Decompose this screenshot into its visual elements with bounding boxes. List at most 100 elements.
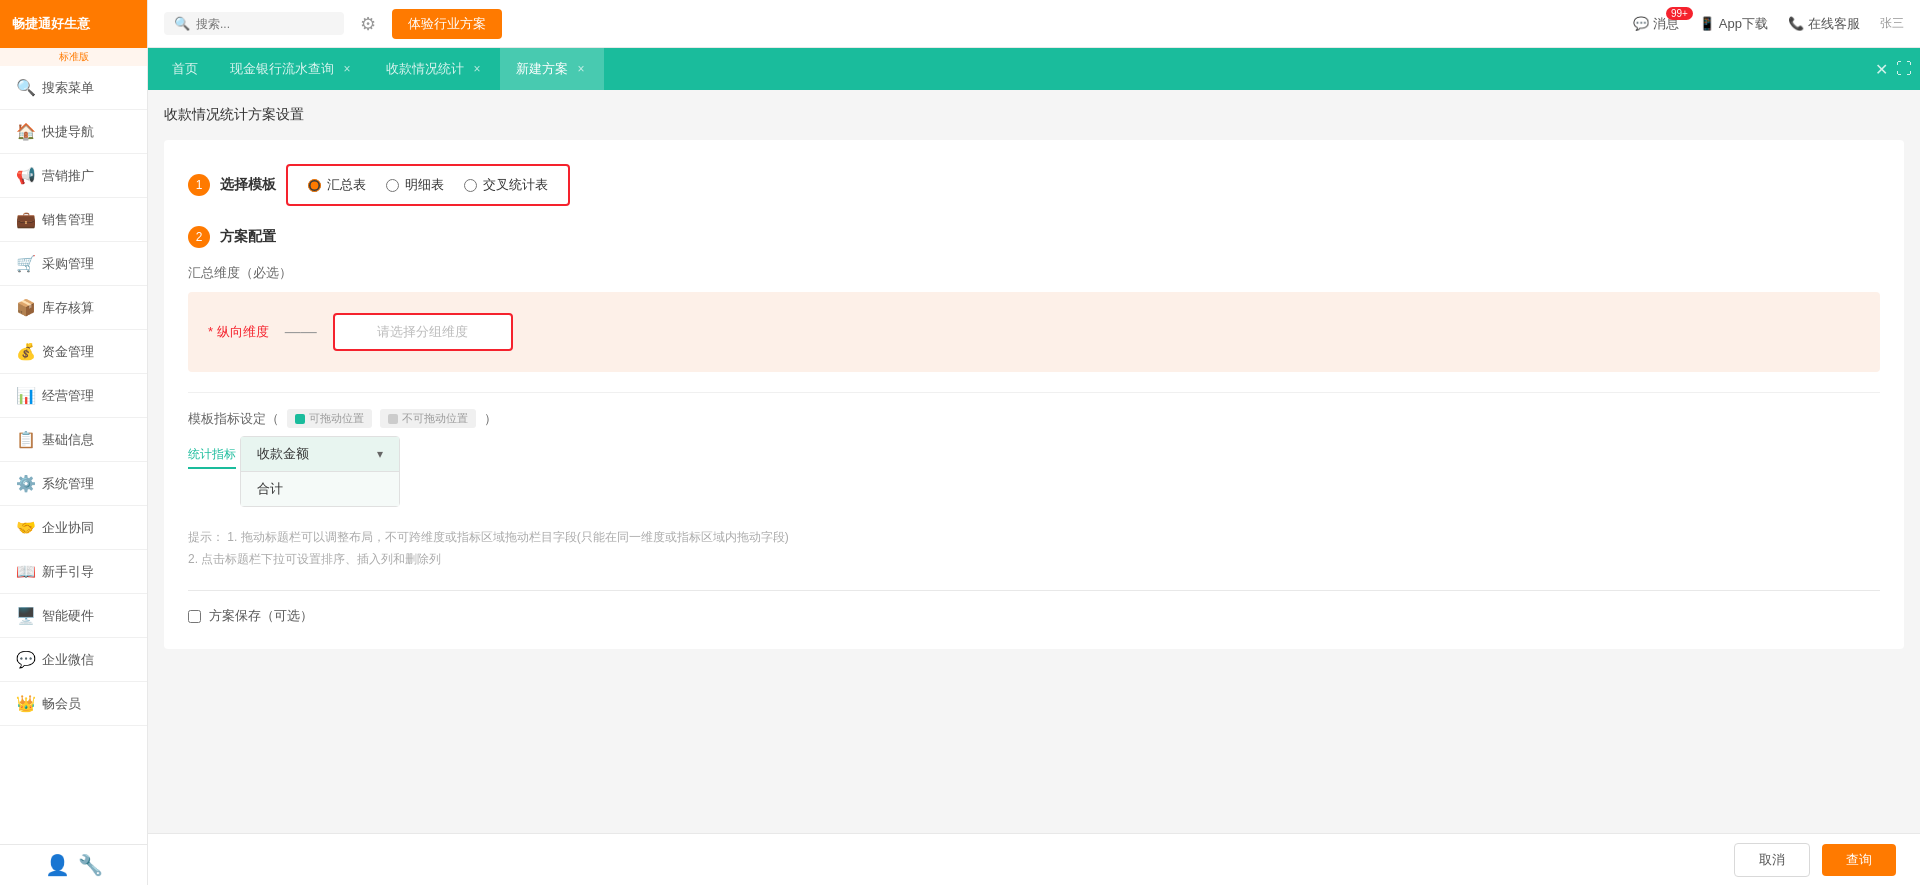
member-icon: 👑	[16, 694, 34, 713]
gear-icon[interactable]: ⚙	[360, 13, 376, 35]
tab-cashbank[interactable]: 现金银行流水查询 ×	[214, 48, 370, 90]
non-draggable-label: 不可拖动位置	[402, 411, 468, 426]
sidebar-item-purchase[interactable]: 🛒 采购管理	[0, 242, 147, 286]
service-item[interactable]: 📞 在线客服	[1788, 15, 1860, 33]
search-icon: 🔍	[16, 78, 34, 97]
metrics-table-row: 合计	[241, 472, 399, 506]
dimension-section: 汇总维度（必选） * 纵向维度 —— 请选择分组维度	[188, 264, 1880, 372]
sidebar-item-label: 营销推广	[42, 167, 94, 185]
radio-summary[interactable]: 汇总表	[308, 176, 366, 194]
metrics-setting-label: 模板指标设定（	[188, 410, 279, 428]
tab-label: 首页	[172, 60, 198, 78]
sidebar-item-search[interactable]: 🔍 搜索菜单	[0, 66, 147, 110]
sidebar-item-label: 畅会员	[42, 695, 81, 713]
radio-detail[interactable]: 明细表	[386, 176, 444, 194]
template-radio-group: 汇总表 明细表 交叉统计表	[308, 176, 548, 194]
metrics-section: 模板指标设定（ 可拖动位置 不可拖动位置 ）	[188, 392, 1880, 570]
sidebar-bottom-icon2[interactable]: 🔧	[78, 853, 103, 877]
non-draggable-tag: 不可拖动位置	[380, 409, 476, 428]
search-input[interactable]	[196, 17, 316, 31]
message-item[interactable]: 💬 消息 99+	[1633, 15, 1679, 33]
radio-summary-label: 汇总表	[327, 176, 366, 194]
non-draggable-indicator	[388, 414, 398, 424]
tabbar-right: ✕ ⛶	[1875, 60, 1912, 79]
download-item[interactable]: 📱 App下载	[1699, 15, 1768, 33]
close-window-icon[interactable]: ✕	[1875, 60, 1888, 79]
metrics-table-header-label: 收款金额	[257, 445, 309, 463]
step1-title: 选择模板	[220, 176, 276, 194]
radio-cross-input[interactable]	[464, 179, 477, 192]
download-icon: 📱	[1699, 16, 1715, 31]
step2-header: 2 方案配置	[188, 226, 1880, 248]
metrics-suffix: ）	[484, 410, 497, 428]
sidebar-item-finance[interactable]: 💰 资金管理	[0, 330, 147, 374]
step2-title: 方案配置	[220, 228, 276, 246]
sidebar-item-inventory[interactable]: 📦 库存核算	[0, 286, 147, 330]
search-icon: 🔍	[174, 16, 190, 31]
tab-receipt[interactable]: 收款情况统计 ×	[370, 48, 500, 90]
sidebar-item-marketing[interactable]: 📢 营销推广	[0, 154, 147, 198]
content-area: 收款情况统计方案设置 1 选择模板 汇总表	[148, 90, 1920, 833]
hardware-icon: 🖥️	[16, 606, 34, 625]
sidebar: 畅捷通好生意 标准版 🔍 搜索菜单 🏠 快捷导航 📢 营销推广 💼 销售管理 🛒…	[0, 0, 148, 885]
dim-row-vertical: * 纵向维度 —— 请选择分组维度	[208, 313, 513, 351]
edition-badge: 标准版	[0, 48, 147, 66]
sidebar-item-guide[interactable]: 📖 新手引导	[0, 550, 147, 594]
bottombar: 取消 查询	[148, 833, 1920, 885]
sidebar-item-basic-info[interactable]: 📋 基础信息	[0, 418, 147, 462]
radio-cross-label: 交叉统计表	[483, 176, 548, 194]
radio-detail-label: 明细表	[405, 176, 444, 194]
tab-close-cashbank[interactable]: ×	[340, 62, 354, 76]
sidebar-item-sales[interactable]: 💼 销售管理	[0, 198, 147, 242]
sidebar-item-operations[interactable]: 📊 经营管理	[0, 374, 147, 418]
radio-detail-input[interactable]	[386, 179, 399, 192]
message-badge: 99+	[1666, 7, 1693, 20]
radio-cross[interactable]: 交叉统计表	[464, 176, 548, 194]
sidebar-item-wechat[interactable]: 💬 企业微信	[0, 638, 147, 682]
maximize-icon[interactable]: ⛶	[1896, 60, 1912, 78]
sidebar-bottom-icon1[interactable]: 👤	[45, 853, 70, 877]
template-selection-box: 汇总表 明细表 交叉统计表	[286, 164, 570, 206]
sidebar-item-label: 经营管理	[42, 387, 94, 405]
sidebar-item-collab[interactable]: 🤝 企业协同	[0, 506, 147, 550]
save-plan-checkbox[interactable]	[188, 610, 201, 623]
service-icon: 📞	[1788, 16, 1804, 31]
sidebar-bottom: 👤 🔧	[0, 844, 147, 885]
metrics-table-header: 收款金额 ▾	[241, 437, 399, 472]
sidebar-item-hardware[interactable]: 🖥️ 智能硬件	[0, 594, 147, 638]
query-button[interactable]: 查询	[1822, 844, 1896, 876]
chevron-down-icon[interactable]: ▾	[377, 447, 383, 461]
tab-label: 新建方案	[516, 60, 568, 78]
tab-close-receipt[interactable]: ×	[470, 62, 484, 76]
main-area: 🔍 ⚙ 体验行业方案 💬 消息 99+ 📱 App下载 📞 在线客服 张三 首页	[148, 0, 1920, 885]
dimension-label-text: 汇总维度（必选）	[188, 265, 292, 280]
sidebar-logo: 畅捷通好生意	[0, 0, 147, 48]
sidebar-item-label: 智能硬件	[42, 607, 94, 625]
dimension-select[interactable]: 请选择分组维度	[333, 313, 513, 351]
topbar: 🔍 ⚙ 体验行业方案 💬 消息 99+ 📱 App下载 📞 在线客服 张三	[148, 0, 1920, 48]
sidebar-item-label: 采购管理	[42, 255, 94, 273]
page-title: 收款情况统计方案设置	[164, 106, 1904, 124]
step1-header: 1 选择模板 汇总表 明细表	[188, 164, 1880, 206]
purchase-icon: 🛒	[16, 254, 34, 273]
system-icon: ⚙️	[16, 474, 34, 493]
sidebar-item-label: 销售管理	[42, 211, 94, 229]
sidebar-item-member[interactable]: 👑 畅会员	[0, 682, 147, 726]
tab-home[interactable]: 首页	[156, 48, 214, 90]
topbar-search-box[interactable]: 🔍	[164, 12, 344, 35]
tab-new-plan[interactable]: 新建方案 ×	[500, 48, 604, 90]
sidebar-item-nav[interactable]: 🏠 快捷导航	[0, 110, 147, 154]
tab-close-new-plan[interactable]: ×	[574, 62, 588, 76]
draggable-tag: 可拖动位置	[287, 409, 372, 428]
basic-info-icon: 📋	[16, 430, 34, 449]
tabbar: 首页 现金银行流水查询 × 收款情况统计 × 新建方案 × ✕ ⛶	[148, 48, 1920, 90]
trial-button[interactable]: 体验行业方案	[392, 9, 502, 39]
content-wrapper: 收款情况统计方案设置 1 选择模板 汇总表	[148, 90, 1920, 885]
sidebar-item-label: 新手引导	[42, 563, 94, 581]
sidebar-item-system[interactable]: ⚙️ 系统管理	[0, 462, 147, 506]
logo-text: 畅捷通好生意	[12, 15, 90, 33]
cancel-button[interactable]: 取消	[1734, 843, 1810, 877]
home-icon: 🏠	[16, 122, 34, 141]
radio-summary-input[interactable]	[308, 179, 321, 192]
finance-icon: 💰	[16, 342, 34, 361]
